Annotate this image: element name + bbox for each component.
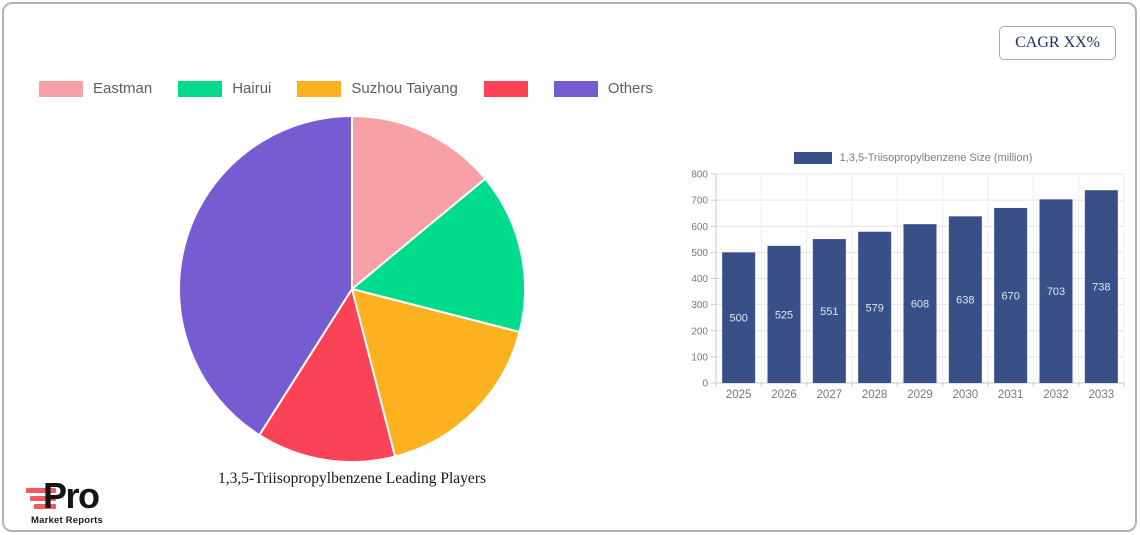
x-tick-label: 2032 xyxy=(1043,389,1069,401)
logo-subtext: Market Reports xyxy=(31,515,103,526)
legend-label: Suzhou Taiyang xyxy=(351,80,458,97)
bar-value-label: 500 xyxy=(729,313,747,325)
x-tick-label: 2028 xyxy=(862,389,888,401)
legend-swatch xyxy=(39,80,83,97)
bar-value-label: 525 xyxy=(775,309,793,321)
bar-chart-legend[interactable]: 1,3,5-Triisopropylbenzene Size (million) xyxy=(687,150,1139,166)
logo-text: Pro xyxy=(43,475,100,516)
legend-swatch xyxy=(553,80,598,97)
bar-value-label: 608 xyxy=(911,299,929,311)
legend-label: Eastman xyxy=(93,80,153,97)
bar-value-label: 551 xyxy=(820,306,838,318)
legend-item-unnamed[interactable] xyxy=(483,80,528,97)
y-tick-label: 0 xyxy=(702,379,708,390)
y-tick-label: 400 xyxy=(691,274,708,285)
legend-swatch xyxy=(483,80,528,97)
x-tick-label: 2031 xyxy=(998,389,1024,401)
bar-value-label: 738 xyxy=(1092,282,1110,294)
x-tick-label: 2026 xyxy=(771,389,797,401)
pro-market-reports-logo: Pro Market Reports xyxy=(22,475,132,531)
bar-chart-svg: 0 100 200 300 400 500 600 700 800 500 2025 525 2026 5… xyxy=(691,170,1125,401)
y-tick-label: 600 xyxy=(691,222,708,233)
legend-label: Others xyxy=(607,80,653,97)
legend-label: Hairui xyxy=(232,80,272,97)
pie-legend: Eastman Hairui Suzhou Taiyang Others xyxy=(39,80,653,97)
bar-value-label: 579 xyxy=(865,302,883,314)
y-tick-label: 800 xyxy=(691,170,708,181)
y-tick-label: 500 xyxy=(691,248,708,259)
y-tick-label: 100 xyxy=(691,352,708,363)
legend-item-eastman[interactable]: Eastman xyxy=(39,80,152,97)
report-card: CAGR XX% Eastman Hairui Suzhou Taiyang Othe… xyxy=(2,2,1137,532)
cagr-badge[interactable]: CAGR XX% xyxy=(999,26,1116,60)
x-tick-label: 2027 xyxy=(817,389,843,401)
legend-item-suzhou-taiyang[interactable]: Suzhou Taiyang xyxy=(297,80,458,97)
legend-item-others[interactable]: Others xyxy=(553,80,653,97)
x-tick-label: 2029 xyxy=(907,389,933,401)
pie-chart-title: 1,3,5-Triisopropylbenzene Leading Player… xyxy=(217,470,487,487)
legend-item-hairui[interactable]: Hairui xyxy=(178,80,271,97)
x-tick-label: 2025 xyxy=(726,389,752,401)
y-tick-label: 700 xyxy=(691,196,708,207)
x-tick-label: 2033 xyxy=(1089,389,1115,401)
legend-swatch xyxy=(178,80,223,97)
bar-legend-swatch xyxy=(793,152,832,164)
y-tick-label: 300 xyxy=(691,300,708,311)
x-tick-label: 2030 xyxy=(953,389,979,401)
bar-value-label: 703 xyxy=(1047,286,1065,298)
y-tick-label: 200 xyxy=(691,326,708,337)
legend-swatch xyxy=(297,80,342,97)
bar-chart: 1,3,5-Triisopropylbenzene Size (million)… xyxy=(687,150,1139,415)
pie-chart xyxy=(177,115,526,463)
bar-legend-label: 1,3,5-Triisopropylbenzene Size (million) xyxy=(839,152,1033,164)
bar-value-label: 638 xyxy=(956,295,974,307)
bar-value-label: 670 xyxy=(1001,290,1019,302)
